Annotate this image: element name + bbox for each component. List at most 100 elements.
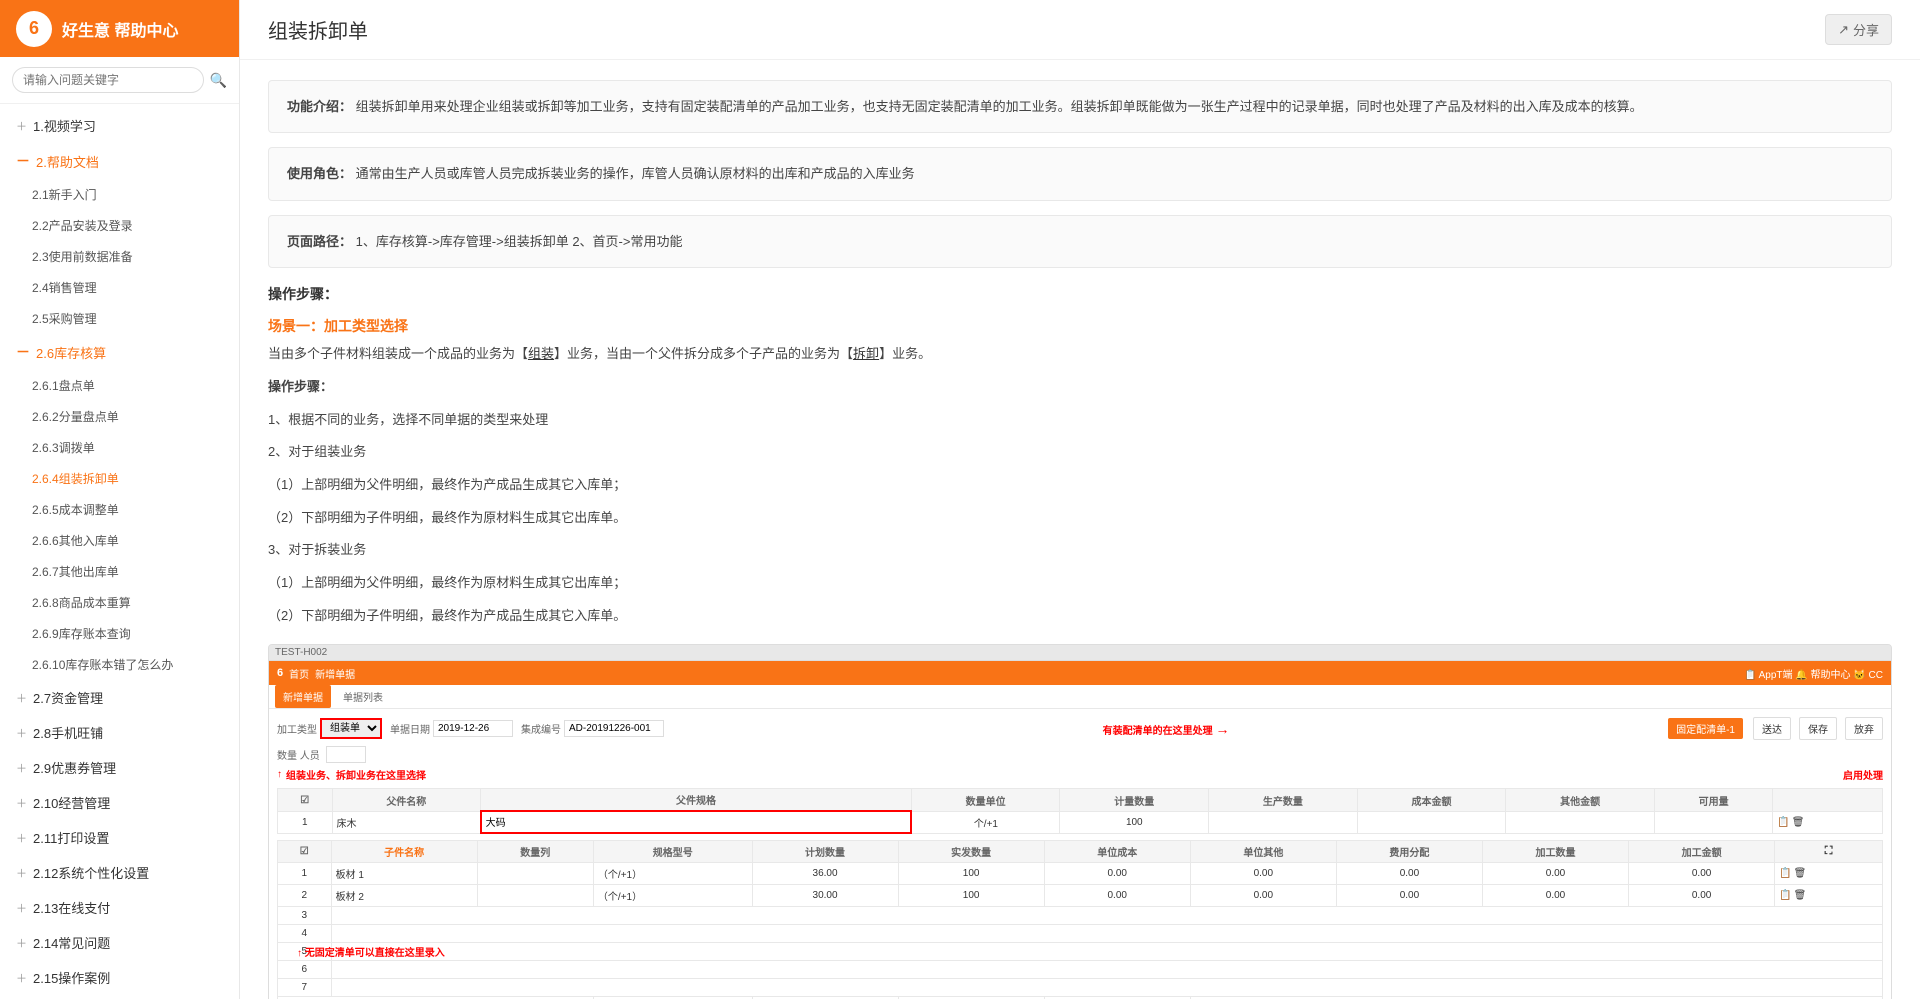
mock-row1-ops: 📋 🗑 (1773, 811, 1883, 833)
sidebar-item-label: 2.9优惠券管理 (33, 758, 116, 777)
mock-row1-copy-icon[interactable]: 📋 (1777, 817, 1789, 828)
sidebar-sub-23[interactable]: 2.3使用前数据准备 (0, 241, 239, 272)
share-button[interactable]: ↗ 分享 (1825, 14, 1892, 45)
mock-date-label: 单据日期 (390, 721, 430, 736)
mock-row1-spec[interactable] (481, 811, 912, 833)
scene1-heading: 场景一：加工类型选择 (268, 316, 1892, 336)
mock-sub-row4-num: 4 (278, 925, 332, 943)
sidebar-item-29[interactable]: ＋ 2.9优惠券管理 (0, 750, 239, 785)
sidebar-sub-21[interactable]: 2.1新手入门 (0, 179, 239, 210)
step3-2: （2）下部明细为子件明细，最终作为产成品生成其它入库单。 (268, 604, 1892, 629)
sidebar-item-27[interactable]: ＋ 2.7资金管理 (0, 680, 239, 715)
mock-sub-ops: ⛶ (1775, 841, 1883, 863)
mock-assemble-list-btn[interactable]: 固定配清单-1 (1668, 718, 1743, 739)
mock-sub-row3-num: 3 (278, 907, 332, 925)
ops-steps-heading: 操作步骤： (268, 284, 1892, 304)
disassemble-link[interactable]: 拆卸 (853, 346, 879, 361)
mock-sub-row1-ops: 📋 🗑 (1779, 868, 1878, 879)
mock-sub-row2-actual: 100 (898, 885, 1044, 907)
sidebar-item-28[interactable]: ＋ 2.8手机旺铺 (0, 715, 239, 750)
app-title: 好生意 帮助中心 (62, 17, 178, 41)
mock-cancel-btn[interactable]: 放弃 (1845, 717, 1883, 740)
sidebar-item-docs[interactable]: － 2.帮助文档 (0, 143, 239, 179)
copy-icon-2[interactable]: 📋 (1779, 890, 1791, 901)
sidebar-item-215[interactable]: ＋ 2.15操作案例 (0, 960, 239, 995)
assemble-link[interactable]: 组装 (528, 346, 554, 361)
sidebar-sub-268[interactable]: 2.6.8商品成本重算 (0, 587, 239, 618)
mock-tab-new[interactable]: 新增单据 (275, 685, 331, 708)
del-icon-2[interactable]: 🗑 (1794, 890, 1807, 901)
sidebar-header: 6 好生意 帮助中心 (0, 0, 239, 57)
mock-col-avail: 可用量 (1654, 789, 1772, 812)
mock-col-prod: 生产数量 (1209, 789, 1358, 812)
sidebar-sub-2610[interactable]: 2.6.10库存账本错了怎么办 (0, 649, 239, 680)
mock-col-unit: 数量单位 (911, 789, 1060, 812)
sidebar-item-label: 2.6库存核算 (36, 343, 106, 362)
sidebar-sub-266[interactable]: 2.6.6其他入库单 (0, 525, 239, 556)
mock-spec-input[interactable] (486, 816, 907, 827)
sidebar-item-label: 2.12系统个性化设置 (33, 863, 149, 882)
sidebar-sub-262[interactable]: 2.6.2分量盘点单 (0, 401, 239, 432)
sidebar-sub-265[interactable]: 2.6.5成本调整单 (0, 494, 239, 525)
copy-icon[interactable]: 📋 (1779, 868, 1791, 879)
sidebar-sub-261[interactable]: 2.6.1盘点单 (0, 370, 239, 401)
mock-col-spec: 父件规格 (481, 789, 912, 812)
sidebar-item-210[interactable]: ＋ 2.10经营管理 (0, 785, 239, 820)
mock-sub-row1-procamt: 0.00 (1629, 863, 1775, 885)
sidebar-item-212[interactable]: ＋ 2.12系统个性化设置 (0, 855, 239, 890)
mock-save-btn[interactable]: 保存 (1799, 717, 1837, 740)
sidebar-item-label: 2.11打印设置 (33, 828, 109, 847)
search-input[interactable] (12, 67, 204, 93)
content-body: 功能介绍： 组装拆卸单用来处理企业组装或拆卸等加工业务，支持有固定装配清单的产品… (240, 60, 1920, 999)
path-text: 1、库存核算->库存管理->组装拆卸单 2、首页->常用功能 (356, 234, 683, 249)
mock-row1-otheramt (1506, 811, 1655, 833)
sidebar-item-213[interactable]: ＋ 2.13在线支付 (0, 890, 239, 925)
mock-sub-row7-empty (331, 979, 1882, 997)
sidebar-sub-267[interactable]: 2.6.7其他出库单 (0, 556, 239, 587)
del-icon[interactable]: 🗑 (1794, 868, 1807, 879)
mock-type-select[interactable]: 组装单 拆卸单 (322, 720, 380, 737)
mock-row1-del-icon[interactable]: 🗑 (1792, 817, 1805, 828)
mock-sub-row6-num: 6 (278, 961, 332, 979)
expand-icon-215: ＋ (16, 970, 27, 986)
sidebar-item-211[interactable]: ＋ 2.11打印设置 (0, 820, 239, 855)
mock-icons: 📋 AppT端 🔔 帮助中心 🐱 CC (1744, 666, 1883, 681)
mock-assembly-input[interactable] (564, 720, 664, 737)
sidebar-sub-269[interactable]: 2.6.9库存账本查询 (0, 618, 239, 649)
sidebar-sub-22[interactable]: 2.2产品安装及登录 (0, 210, 239, 241)
path-block: 页面路径： 1、库存核算->库存管理->组装拆卸单 2、首页->常用功能 (268, 215, 1892, 268)
sidebar-sub-25[interactable]: 2.5采购管理 (0, 303, 239, 334)
sidebar-item-26[interactable]: － 2.6库存核算 (0, 334, 239, 370)
minus-icon: － (16, 151, 30, 171)
mock-qty-input[interactable] (326, 746, 366, 763)
mock-assembly-label: 集成编号 (521, 721, 561, 736)
func-intro-text: 组装拆卸单用来处理企业组装或拆卸等加工业务，支持有固定装配清单的产品加工业务，也… (356, 99, 1643, 114)
sidebar-item-214[interactable]: ＋ 2.14常见问题 (0, 925, 239, 960)
top-bar: 组装拆卸单 ↗ 分享 (240, 0, 1920, 60)
sidebar-sub-24[interactable]: 2.4销售管理 (0, 272, 239, 303)
mock-sub-col4: 计划数量 (752, 841, 898, 863)
sidebar-sub-263[interactable]: 2.6.3调拨单 (0, 432, 239, 463)
mock-sub-row2-procqty: 0.00 (1482, 885, 1628, 907)
mock-date-input[interactable] (433, 720, 513, 737)
mock-sub-row2-ops: 📋 🗑 (1779, 890, 1878, 901)
mock-sub-row1-ucost: 0.00 (1044, 863, 1190, 885)
mock-confirm-btn[interactable]: 送达 (1753, 717, 1791, 740)
annotation2: 组装业务、拆卸业务在这里选择 (286, 767, 426, 782)
search-icon[interactable]: 🔍 (210, 72, 227, 89)
mock-row1-name: 床木 (332, 811, 481, 833)
sidebar-sub-264[interactable]: 2.6.4组装拆卸单 (0, 463, 239, 494)
sidebar: 6 好生意 帮助中心 🔍 ＋ 1.视频学习 － 2.帮助文档 2.1新手入门 2… (0, 0, 240, 999)
mock-sub-row2-num: 2 (278, 885, 332, 907)
mock-sub-row6-empty (331, 961, 1882, 979)
path-label: 页面路径： (287, 234, 352, 249)
mock-nav-home: 首页 (289, 666, 309, 681)
search-box: 🔍 (0, 57, 239, 104)
mock-tab-list[interactable]: 单据列表 (335, 685, 391, 708)
expand-table-icon[interactable]: ⛶ (1825, 845, 1833, 857)
sidebar-item-video[interactable]: ＋ 1.视频学习 (0, 108, 239, 143)
mock-sub-row3-empty (331, 907, 1882, 925)
step2-2: （2）下部明细为子件明细，最终作为原材料生成其它出库单。 (268, 506, 1892, 531)
mock-sub-col5: 实发数量 (898, 841, 1044, 863)
step2: 2、对于组装业务 (268, 440, 1892, 465)
